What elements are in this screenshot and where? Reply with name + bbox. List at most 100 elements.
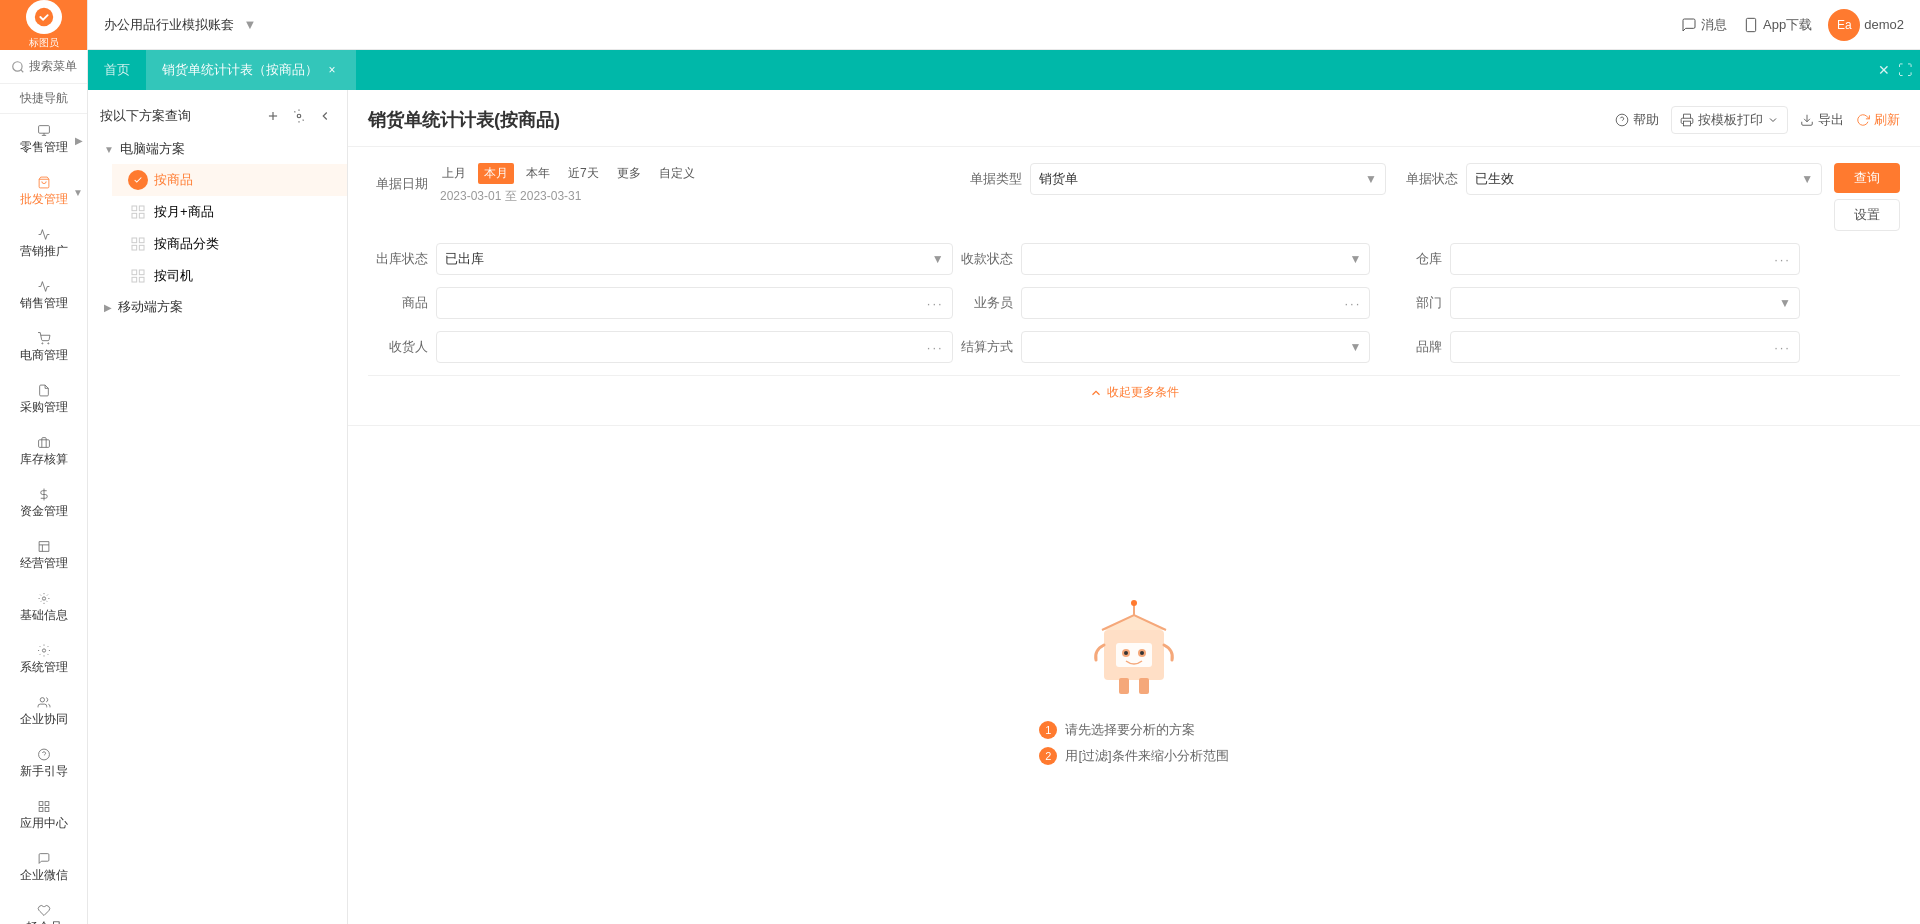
warehouse-status-select[interactable]: 已出库 ▼ bbox=[436, 243, 953, 275]
app-logo[interactable]: 标图员 bbox=[0, 0, 87, 50]
tab-close-all-icon[interactable]: ✕ bbox=[1878, 62, 1890, 78]
collapse-panel-btn[interactable] bbox=[315, 106, 335, 126]
print-action[interactable]: 按模板打印 bbox=[1671, 106, 1788, 134]
tab-bar-actions: ✕ ⛶ bbox=[1878, 62, 1920, 78]
tree-desktop-section[interactable]: ▼ 电脑端方案 bbox=[88, 134, 347, 164]
doc-type-select[interactable]: 销货单 ▼ bbox=[1030, 163, 1386, 195]
filter-salesperson-label: 业务员 bbox=[953, 294, 1013, 312]
query-button[interactable]: 查询 bbox=[1834, 163, 1900, 193]
sidebar-item-wechat[interactable]: 企业微信 bbox=[0, 842, 87, 894]
page-title-bar: 销货单统计计表(按商品) 帮助 按模板打印 导出 bbox=[348, 90, 1920, 147]
sidebar-item-sales[interactable]: 销售管理 bbox=[0, 270, 87, 322]
sidebar-item-retail[interactable]: 零售管理 ▶ bbox=[0, 114, 87, 166]
sidebar-item-member[interactable]: 畅会员 bbox=[0, 894, 87, 924]
date-tag-custom[interactable]: 自定义 bbox=[653, 163, 701, 184]
sidebar-item-operations[interactable]: 经营管理 bbox=[0, 530, 87, 582]
brand-input[interactable]: ··· bbox=[1450, 331, 1800, 363]
sidebar-item-appstore[interactable]: 应用中心 bbox=[0, 790, 87, 842]
collection-status-select[interactable]: ▼ bbox=[1021, 243, 1371, 275]
svg-rect-30 bbox=[139, 277, 144, 282]
tab-active[interactable]: 销货单统计计表（按商品） × bbox=[146, 50, 356, 90]
doc-status-select[interactable]: 已生效 ▼ bbox=[1466, 163, 1822, 195]
tip-num-2: 2 bbox=[1039, 747, 1057, 765]
goods-dots[interactable]: ··· bbox=[927, 296, 944, 311]
nav-label-appstore: 应用中心 bbox=[20, 815, 68, 832]
empty-tips: 1 请先选择要分析的方案 2 用[过滤]条件来缩小分析范围 bbox=[1039, 721, 1228, 765]
filter-date-label: 单据日期 bbox=[368, 175, 428, 193]
tree-mobile-section[interactable]: ▶ 移动端方案 bbox=[88, 292, 347, 322]
tree-item-by-goods[interactable]: 按商品 bbox=[112, 164, 347, 196]
user-name: demo2 bbox=[1864, 17, 1904, 32]
add-scheme-btn[interactable] bbox=[263, 106, 283, 126]
help-action[interactable]: 帮助 bbox=[1615, 111, 1659, 129]
sidebar-item-finance[interactable]: 资金管理 bbox=[0, 478, 87, 530]
filter-goods: 商品 ··· bbox=[368, 287, 953, 319]
filter-row-2: 出库状态 已出库 ▼ 收款状态 ▼ 仓库 bbox=[368, 243, 1900, 275]
salesperson-input[interactable]: ··· bbox=[1021, 287, 1371, 319]
sidebar-item-inventory[interactable]: 库存核算 bbox=[0, 426, 87, 478]
recipient-dots[interactable]: ··· bbox=[927, 340, 944, 355]
sidebar-item-basic[interactable]: 基础信息 bbox=[0, 582, 87, 634]
sidebar-item-ecommerce[interactable]: 电商管理 bbox=[0, 322, 87, 374]
settings-button[interactable]: 设置 bbox=[1834, 199, 1900, 231]
tree-item-by-category[interactable]: 按商品分类 bbox=[112, 228, 347, 260]
goods-input[interactable]: ··· bbox=[436, 287, 953, 319]
salesperson-dots[interactable]: ··· bbox=[1345, 296, 1362, 311]
tab-fullscreen-icon[interactable]: ⛶ bbox=[1898, 62, 1912, 78]
sidebar-item-enterprise[interactable]: 企业协同 bbox=[0, 686, 87, 738]
quick-nav[interactable]: 快捷导航 bbox=[0, 84, 87, 114]
by-month-goods-icon bbox=[128, 202, 148, 222]
tab-close-btn[interactable]: × bbox=[324, 62, 340, 78]
sidebar-item-system[interactable]: 系统管理 bbox=[0, 634, 87, 686]
collapse-bar[interactable]: 收起更多条件 bbox=[368, 375, 1900, 409]
svg-rect-14 bbox=[39, 808, 43, 812]
filter-doc-status: 单据状态 已生效 ▼ bbox=[1398, 163, 1822, 195]
left-panel-header: 按以下方案查询 bbox=[88, 102, 347, 134]
date-tag-this-year[interactable]: 本年 bbox=[520, 163, 556, 184]
date-tag-more[interactable]: 更多 bbox=[611, 163, 647, 184]
export-action[interactable]: 导出 bbox=[1800, 111, 1844, 129]
svg-point-40 bbox=[1140, 651, 1144, 655]
app-download-action[interactable]: App下载 bbox=[1743, 16, 1812, 34]
tab-home[interactable]: 首页 bbox=[88, 50, 146, 90]
by-driver-icon bbox=[128, 266, 148, 286]
by-driver-label: 按司机 bbox=[154, 267, 193, 285]
query-buttons: 查询 设置 bbox=[1822, 163, 1900, 231]
nav-label-member: 畅会员 bbox=[26, 919, 62, 924]
user-profile[interactable]: Ea demo2 bbox=[1828, 9, 1904, 41]
tree-item-by-driver[interactable]: 按司机 bbox=[112, 260, 347, 292]
edit-scheme-btn[interactable] bbox=[289, 106, 309, 126]
recipient-input[interactable]: ··· bbox=[436, 331, 953, 363]
settlement-select[interactable]: ▼ bbox=[1021, 331, 1371, 363]
svg-rect-22 bbox=[139, 213, 144, 218]
quick-nav-label: 快捷导航 bbox=[20, 90, 68, 107]
collapse-label: 收起更多条件 bbox=[1107, 384, 1179, 401]
sidebar-item-marketing[interactable]: 营销推广 bbox=[0, 218, 87, 270]
right-content: 销货单统计计表(按商品) 帮助 按模板打印 导出 bbox=[348, 90, 1920, 924]
tree-item-by-month-goods[interactable]: 按月+商品 bbox=[112, 196, 347, 228]
svg-rect-42 bbox=[1139, 678, 1149, 694]
filter-warehouse-label: 仓库 bbox=[1382, 250, 1442, 268]
header-dropdown[interactable]: ▼ bbox=[242, 17, 258, 33]
filter-date: 单据日期 上月 本月 本年 近7天 更多 自定义 2023-03-01 至 20… bbox=[368, 163, 962, 205]
tree-arrow-desktop: ▼ bbox=[104, 144, 114, 155]
sidebar-item-purchase[interactable]: 采购管理 bbox=[0, 374, 87, 426]
date-tag-last-month[interactable]: 上月 bbox=[436, 163, 472, 184]
date-tag-7days[interactable]: 近7天 bbox=[562, 163, 605, 184]
sidebar-item-guide[interactable]: 新手引导 bbox=[0, 738, 87, 790]
warehouse-dots[interactable]: ··· bbox=[1774, 252, 1791, 267]
tip-text-2: 用[过滤]条件来缩小分析范围 bbox=[1065, 747, 1228, 765]
department-select[interactable]: ▼ bbox=[1450, 287, 1800, 319]
filter-doc-status-label: 单据状态 bbox=[1398, 170, 1458, 188]
empty-illustration bbox=[1074, 585, 1194, 705]
warehouse-input[interactable]: ··· bbox=[1450, 243, 1800, 275]
svg-point-44 bbox=[1131, 600, 1137, 606]
brand-dots[interactable]: ··· bbox=[1774, 340, 1791, 355]
message-action[interactable]: 消息 bbox=[1681, 16, 1727, 34]
date-filter-control[interactable]: 上月 本月 本年 近7天 更多 自定义 2023-03-01 至 2023-03… bbox=[436, 163, 962, 205]
tip-text-1: 请先选择要分析的方案 bbox=[1065, 721, 1195, 739]
refresh-action[interactable]: 刷新 bbox=[1856, 111, 1900, 129]
sidebar-item-wholesale[interactable]: 批发管理 ▼ bbox=[0, 166, 87, 218]
search-menu[interactable]: 搜索菜单 bbox=[0, 50, 87, 84]
date-tag-this-month[interactable]: 本月 bbox=[478, 163, 514, 184]
